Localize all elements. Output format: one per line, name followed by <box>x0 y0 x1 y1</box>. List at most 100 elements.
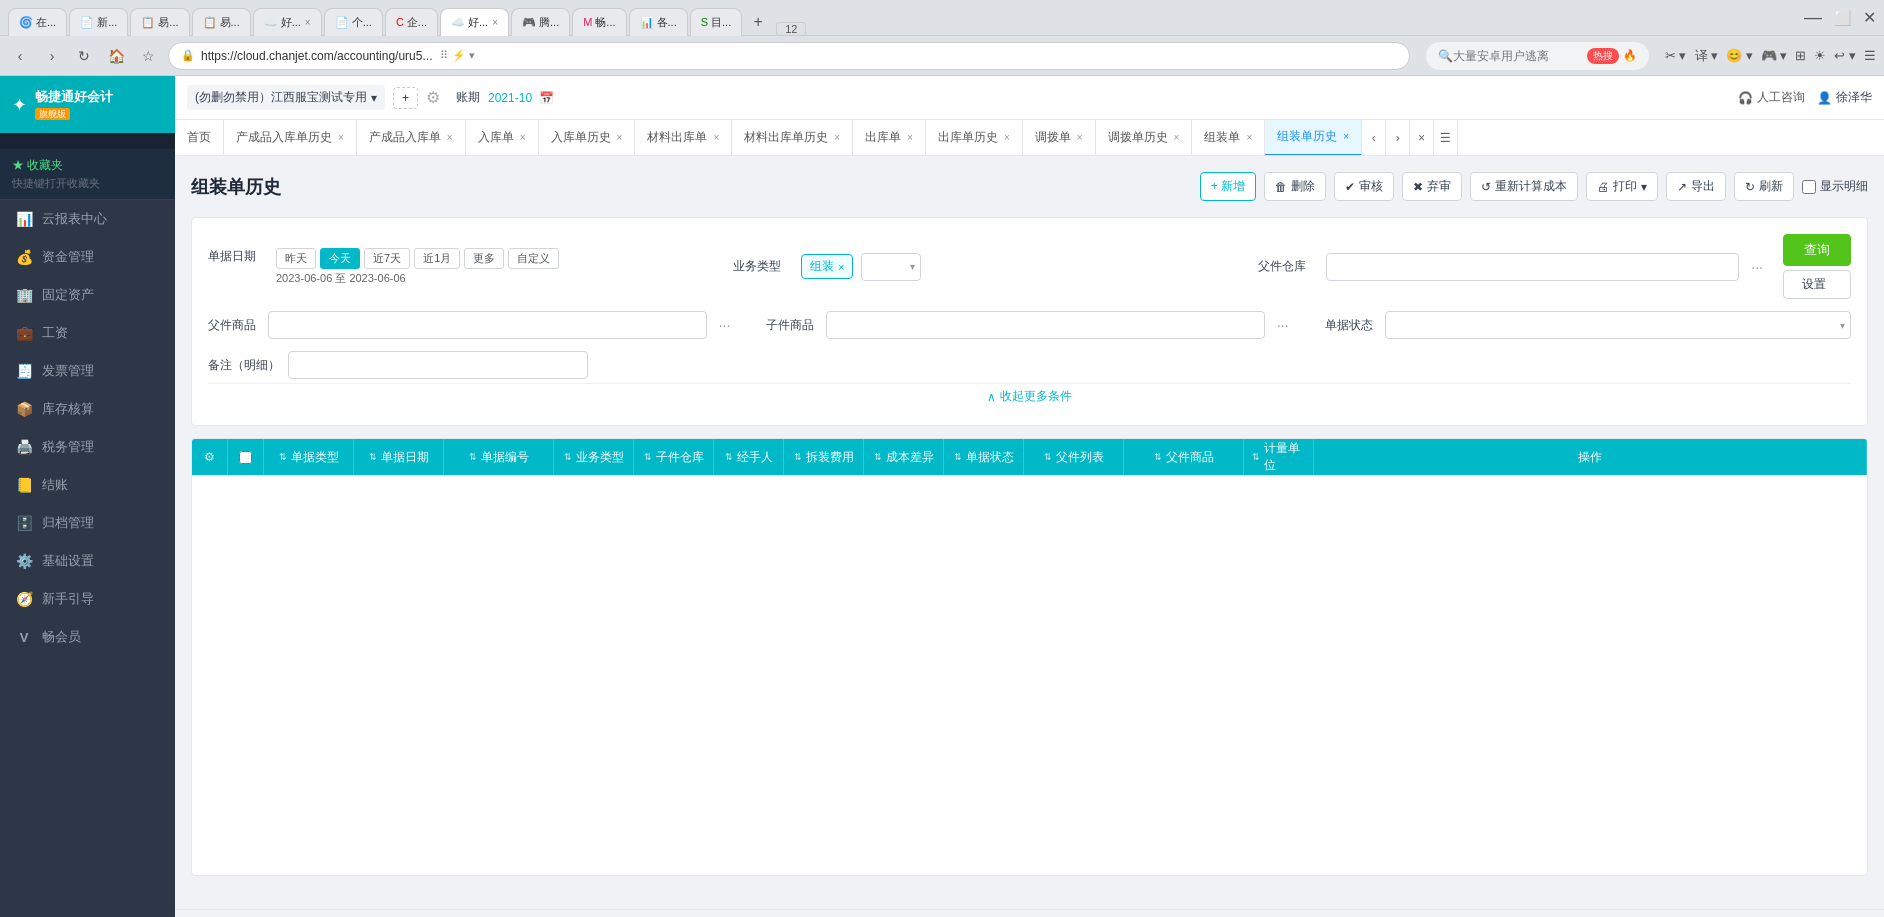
nav-arrow-left[interactable]: ‹ <box>1362 120 1386 156</box>
select-all-checkbox[interactable] <box>239 451 252 464</box>
refresh-button-page[interactable]: ↻ 刷新 <box>1734 172 1794 201</box>
nav-tab-prod[interactable]: 产成品入库单 × <box>357 120 466 156</box>
translate-icon[interactable]: 译 ▾ <box>1695 47 1719 65</box>
nav-tab-material-out[interactable]: 材料出库单 × <box>635 120 732 156</box>
th-number[interactable]: ⇅ 单据编号 <box>444 439 554 475</box>
emoji-icon[interactable]: 😊 ▾ <box>1726 48 1753 63</box>
favorites-sub[interactable]: 快捷键打开收藏夹 <box>12 176 163 191</box>
nav-item-funds[interactable]: 💰 资金管理 <box>0 238 175 276</box>
assembly-history-close[interactable]: × <box>1343 131 1349 142</box>
prod-history-close[interactable]: × <box>338 132 344 143</box>
child-goods-more[interactable]: ··· <box>1273 317 1293 333</box>
refresh-button[interactable]: ↻ <box>72 44 96 68</box>
nav-tab-assembly-history[interactable]: 组装单历史 × <box>1265 120 1362 156</box>
th-parent-goods[interactable]: ⇅ 父件商品 <box>1124 439 1244 475</box>
child-goods-input[interactable] <box>826 311 1265 339</box>
month-btn[interactable]: 近1月 <box>414 248 460 269</box>
nav-item-salary[interactable]: 💼 工资 <box>0 314 175 352</box>
browser-tab-7[interactable]: C 企... <box>385 8 438 36</box>
today-btn[interactable]: 今天 <box>320 248 360 269</box>
browser-tab-3[interactable]: 📋 易... <box>130 8 189 36</box>
transfer-history-close[interactable]: × <box>1174 132 1180 143</box>
export-button[interactable]: ↗ 导出 <box>1666 172 1726 201</box>
settings-btn[interactable]: 设置 <box>1783 270 1851 299</box>
th-disassemble-fee[interactable]: ⇅ 拆装费用 <box>784 439 864 475</box>
transfer-close[interactable]: × <box>1077 132 1083 143</box>
maximize-btn[interactable]: ⬜ <box>1834 10 1851 26</box>
nav-tab-outbound-history[interactable]: 出库单历史 × <box>926 120 1023 156</box>
audit-button[interactable]: ✔ 审核 <box>1334 172 1394 201</box>
nav-item-assets[interactable]: 🏢 固定资产 <box>0 276 175 314</box>
nav-item-settlement[interactable]: 📒 结账 <box>0 466 175 504</box>
nav-tab-assembly[interactable]: 组装单 × <box>1192 120 1265 156</box>
bookmark-button[interactable]: ☆ <box>136 44 160 68</box>
th-handler[interactable]: ⇅ 经手人 <box>714 439 784 475</box>
biz-type-select[interactable] <box>861 253 921 281</box>
custom-btn[interactable]: 自定义 <box>508 248 559 269</box>
browser-tab-9[interactable]: 🎮 腾... <box>511 8 570 36</box>
browser-tab-6[interactable]: 📄 个... <box>324 8 383 36</box>
status-select[interactable] <box>1385 311 1851 339</box>
nav-arrow-right[interactable]: › <box>1386 120 1410 156</box>
recalculate-button[interactable]: ↺ 重新计算成本 <box>1470 172 1578 201</box>
user-info[interactable]: 👤 徐泽华 <box>1817 89 1872 106</box>
back-button[interactable]: ‹ <box>8 44 32 68</box>
th-date[interactable]: ⇅ 单据日期 <box>354 439 444 475</box>
inbound-history-close[interactable]: × <box>617 132 623 143</box>
menu-icon[interactable]: ☰ <box>1864 48 1876 63</box>
th-biz-type[interactable]: ⇅ 业务类型 <box>554 439 634 475</box>
company-selector[interactable]: (勿删勿禁用）江西服宝测试专用 ▾ <box>187 85 385 110</box>
material-out-close[interactable]: × <box>713 132 719 143</box>
query-button[interactable]: 查询 <box>1783 234 1851 266</box>
nav-item-inventory[interactable]: 📦 库存核算 <box>0 390 175 428</box>
nav-tab-close-all[interactable]: × <box>1410 120 1434 156</box>
th-cost-diff[interactable]: ⇅ 成本差异 <box>864 439 944 475</box>
nav-tab-inbound[interactable]: 入库单 × <box>466 120 539 156</box>
biz-type-remove[interactable]: × <box>838 261 844 273</box>
browser-tab-12[interactable]: S 目... <box>690 8 743 36</box>
favorites-title[interactable]: ★ 收藏夹 <box>12 157 163 174</box>
show-detail-checkbox[interactable] <box>1802 180 1816 194</box>
settings-gear-icon[interactable]: ⚙ <box>426 88 440 107</box>
th-type[interactable]: ⇅ 单据类型 <box>264 439 354 475</box>
th-child-warehouse[interactable]: ⇅ 子件仓库 <box>634 439 714 475</box>
th-unit[interactable]: ⇅ 计量单位 <box>1244 439 1314 475</box>
period-selector[interactable]: 账期 2021-10 📅 <box>456 89 554 106</box>
more-btn[interactable]: 更多 <box>464 248 504 269</box>
th-checkbox[interactable] <box>228 439 264 475</box>
th-parent-list[interactable]: ⇅ 父件列表 <box>1024 439 1124 475</box>
outbound-history-close[interactable]: × <box>1004 132 1010 143</box>
nav-item-archive[interactable]: 🗄️ 归档管理 <box>0 504 175 542</box>
new-tab-button[interactable]: + <box>744 8 772 36</box>
scissors-icon[interactable]: ✂ ▾ <box>1665 48 1687 63</box>
week-btn[interactable]: 近7天 <box>364 248 410 269</box>
close-btn[interactable]: ✕ <box>1863 8 1876 27</box>
game-icon[interactable]: 🎮 ▾ <box>1761 48 1788 63</box>
nav-item-guide[interactable]: 🧭 新手引导 <box>0 580 175 618</box>
nav-tab-prod-history[interactable]: 产成品入库单历史 × <box>224 120 357 156</box>
nav-item-tax[interactable]: 🖨️ 税务管理 <box>0 428 175 466</box>
abandon-button[interactable]: ✖ 弃审 <box>1402 172 1462 201</box>
th-settings[interactable]: ⚙ <box>192 439 228 475</box>
search-input[interactable] <box>1453 49 1583 63</box>
brightness-icon[interactable]: ☀ <box>1814 48 1826 63</box>
parent-warehouse-input[interactable] <box>1326 253 1739 281</box>
nav-tab-transfer[interactable]: 调拨单 × <box>1023 120 1096 156</box>
material-out-history-close[interactable]: × <box>834 132 840 143</box>
nav-item-reports[interactable]: 📊 云报表中心 <box>0 200 175 238</box>
prod-close[interactable]: × <box>447 132 453 143</box>
notes-input[interactable] <box>288 351 588 379</box>
minimize-btn[interactable]: — <box>1804 7 1822 28</box>
outbound-close[interactable]: × <box>907 132 913 143</box>
forward-button[interactable]: › <box>40 44 64 68</box>
nav-tab-material-out-history[interactable]: 材料出库单历史 × <box>732 120 853 156</box>
nav-tab-home[interactable]: 首页 <box>175 120 224 156</box>
new-button[interactable]: + 新增 <box>1200 172 1256 201</box>
collapse-button[interactable]: ∧ 收起更多条件 <box>208 383 1851 409</box>
browser-tab-11[interactable]: 📊 各... <box>629 8 688 36</box>
nav-tab-menu[interactable]: ☰ <box>1434 120 1458 156</box>
nav-item-invoice[interactable]: 🧾 发票管理 <box>0 352 175 390</box>
scrollbar-area[interactable] <box>175 909 1884 917</box>
yesterday-btn[interactable]: 昨天 <box>276 248 316 269</box>
undo-icon[interactable]: ↩ ▾ <box>1834 48 1856 63</box>
